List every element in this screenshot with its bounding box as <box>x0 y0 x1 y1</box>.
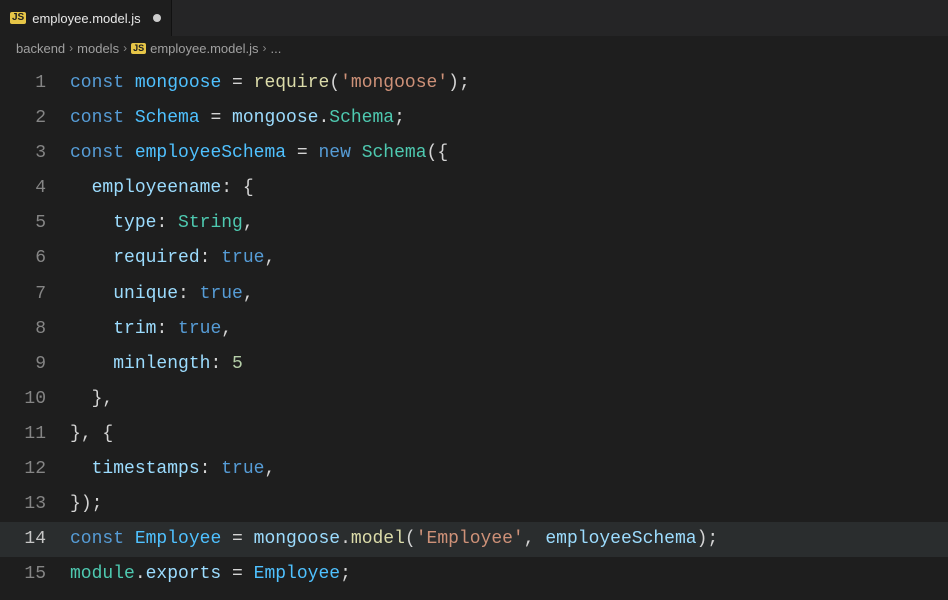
dirty-indicator-icon <box>153 14 161 22</box>
line-number: 12 <box>0 452 70 487</box>
code-line[interactable]: 6 required: true, <box>0 241 948 276</box>
tab-employee-model[interactable]: JS employee.model.js <box>0 0 172 36</box>
line-number: 13 <box>0 487 70 522</box>
code-line[interactable]: 4 employeename: { <box>0 171 948 206</box>
line-number: 15 <box>0 557 70 592</box>
code-line[interactable]: 14 const Employee = mongoose.model('Empl… <box>0 522 948 557</box>
code-line[interactable]: 2 const Schema = mongoose.Schema; <box>0 101 948 136</box>
breadcrumb-symbol[interactable]: ... <box>270 41 281 56</box>
chevron-right-icon: › <box>69 41 73 55</box>
code-line[interactable]: 1 const mongoose = require('mongoose'); <box>0 66 948 101</box>
breadcrumb: backend › models › JS employee.model.js … <box>0 36 948 60</box>
code-line[interactable]: 9 minlength: 5 <box>0 347 948 382</box>
code-line[interactable]: 13 }); <box>0 487 948 522</box>
chevron-right-icon: › <box>262 41 266 55</box>
js-icon: JS <box>131 43 146 54</box>
code-line[interactable]: 3 const employeeSchema = new Schema({ <box>0 136 948 171</box>
tab-filename: employee.model.js <box>32 11 140 26</box>
line-number: 9 <box>0 347 70 382</box>
breadcrumb-file[interactable]: employee.model.js <box>150 41 258 56</box>
line-number: 1 <box>0 66 70 101</box>
line-number: 6 <box>0 241 70 276</box>
chevron-right-icon: › <box>123 41 127 55</box>
code-line[interactable]: 7 unique: true, <box>0 277 948 312</box>
line-number: 5 <box>0 206 70 241</box>
line-number: 14 <box>0 522 70 557</box>
breadcrumb-models[interactable]: models <box>77 41 119 56</box>
line-number: 2 <box>0 101 70 136</box>
js-icon: JS <box>10 12 26 24</box>
code-line[interactable]: 12 timestamps: true, <box>0 452 948 487</box>
code-editor[interactable]: 1 const mongoose = require('mongoose'); … <box>0 60 948 592</box>
line-number: 4 <box>0 171 70 206</box>
breadcrumb-backend[interactable]: backend <box>16 41 65 56</box>
code-line[interactable]: 5 type: String, <box>0 206 948 241</box>
code-line[interactable]: 8 trim: true, <box>0 312 948 347</box>
code-line[interactable]: 10 }, <box>0 382 948 417</box>
line-number: 11 <box>0 417 70 452</box>
line-number: 7 <box>0 277 70 312</box>
line-number: 3 <box>0 136 70 171</box>
code-line[interactable]: 15 module.exports = Employee; <box>0 557 948 592</box>
line-number: 10 <box>0 382 70 417</box>
tab-bar: JS employee.model.js <box>0 0 948 36</box>
line-number: 8 <box>0 312 70 347</box>
code-line[interactable]: 11 }, { <box>0 417 948 452</box>
